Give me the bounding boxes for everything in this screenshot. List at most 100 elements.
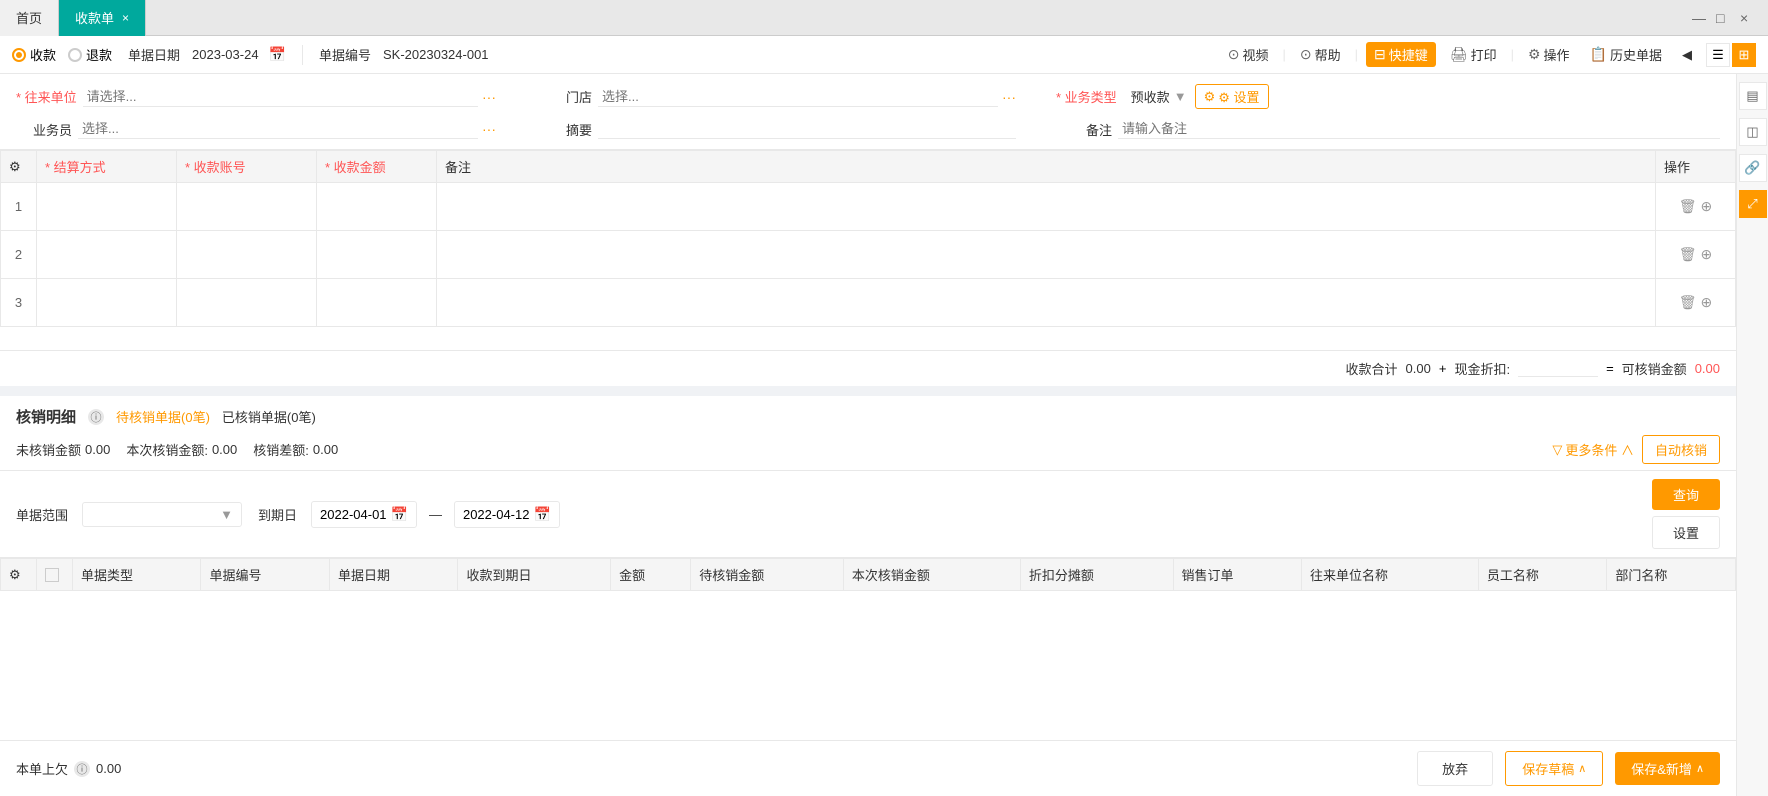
tab-close-icon[interactable]: × [122,11,129,25]
bt-gear[interactable]: ⚙ [1,559,37,591]
minimize-icon[interactable]: — [1692,10,1708,26]
shortcut-btn[interactable]: ⊟ 快捷键 [1366,42,1436,67]
date-to-input[interactable]: 2022-04-12 📅 [454,501,560,528]
date-value: 2023-03-24 [192,47,259,62]
store-more-icon[interactable]: ··· [1002,89,1016,105]
row-2-copy-icon[interactable]: ⊕ [1701,246,1713,263]
history-btn[interactable]: 📋 历史单据 [1584,43,1668,66]
nav-prev-icon: ◀ [1682,47,1692,63]
radio-tuidan[interactable]: 退款 [68,45,112,64]
row-3-delete-icon[interactable]: 🗑 [1679,294,1697,311]
th-settle-label: * 结算方式 [45,160,106,175]
radio-shoukuan[interactable]: 收款 [12,45,56,64]
radio-shoukuan-circle [12,48,26,62]
grid-view-btn[interactable]: ⊞ [1732,43,1756,67]
remark-label: 备注 [1056,120,1112,139]
nav-prev-btn[interactable]: ◀ [1676,45,1698,65]
toolbar-divider-1 [302,45,303,65]
range-select[interactable]: ▼ [82,502,242,527]
row-2-settle[interactable] [37,231,177,279]
section-separator [0,386,1736,396]
row-2-account[interactable] [177,231,317,279]
bt-current-label: 本次核销金额 [852,568,930,583]
hx-done-tab[interactable]: 已核销单据(0笔) [222,407,316,426]
total-label: 收款合计 [1346,359,1398,378]
discount-input[interactable] [1518,361,1598,377]
row-1-amount[interactable] [317,183,437,231]
row-3-copy-icon[interactable]: ⊕ [1701,294,1713,311]
operate-btn[interactable]: ⚙ 操作 [1522,43,1576,66]
sidebar-icon-4[interactable]: ⤢ [1739,190,1767,218]
range-select-arrow: ▼ [220,507,233,522]
hx-pending-tab[interactable]: 待核销单据(0笔) [116,407,210,426]
row-3-amount[interactable] [317,279,437,327]
list-view-btn[interactable]: ☰ [1706,43,1730,67]
sidebar-icon-3[interactable]: 🔗 [1739,154,1767,182]
row-2-delete-icon[interactable]: 🗑 [1679,246,1697,263]
tab-shoukuan[interactable]: 收款单 × [59,0,146,36]
agent-more-icon[interactable]: ··· [482,121,496,137]
plus-sign: + [1439,361,1447,376]
store-input[interactable] [598,87,998,107]
auto-hx-btn[interactable]: 自动核销 [1642,435,1720,464]
sidebar-icon-1-glyph: ▤ [1746,88,1758,104]
sidebar-icon-1[interactable]: ▤ [1739,82,1767,110]
biz-type-arrow[interactable]: ▼ [1174,89,1187,104]
row-2-amount[interactable] [317,231,437,279]
th-gear[interactable]: ⚙ [1,151,37,183]
more-filter-btn[interactable]: ▽ 更多条件 ∧ [1552,440,1634,459]
client-field: * 往来单位 ··· [16,87,496,107]
print-btn[interactable]: 🖨 打印 [1444,43,1503,66]
bt-dept-label: 部门名称 [1615,568,1667,583]
maximize-icon[interactable]: □ [1716,10,1732,26]
th-actions-label: 操作 [1664,160,1690,175]
range-label: 单据范围 [16,505,68,524]
bt-staff: 员工名称 [1478,559,1606,591]
row-1-delete-icon[interactable]: 🗑 [1679,198,1697,215]
calendar-icon[interactable]: 📅 [269,46,286,63]
hx-unverified-value: 0.00 [85,442,110,457]
client-input[interactable] [83,87,478,107]
remark-input[interactable] [1118,119,1720,139]
bt-discount: 折扣分摊额 [1020,559,1173,591]
row-3-settle[interactable] [37,279,177,327]
hx-title-row: 核销明细 ⓘ 待核销单据(0笔) 已核销单据(0笔) [16,406,1720,427]
th-settle: * 结算方式 [37,151,177,183]
hx-pending-label: 待核销单据(0笔) [116,410,210,425]
summary-input[interactable] [598,119,1016,139]
footer-info-icon[interactable]: ⓘ [74,761,90,777]
query-btn[interactable]: 查询 [1652,479,1720,510]
hx-info-icon[interactable]: ⓘ [88,409,104,425]
store-field: 门店 ··· [536,87,1016,107]
set-button[interactable]: ⚙ ⚙ 设置 [1195,84,1269,109]
video-btn[interactable]: ⊙ 视频 [1222,43,1275,66]
sidebar-icon-2[interactable]: ◫ [1739,118,1767,146]
hx-header: 核销明细 ⓘ 待核销单据(0笔) 已核销单据(0笔) 未核销金额 0.00 [0,396,1736,471]
filter-set-btn[interactable]: 设置 [1652,516,1720,549]
bt-checkbox-header[interactable] [37,559,73,591]
hx-summary-row: 未核销金额 0.00 本次核销金额: 0.00 核销差额: 0.00 [16,435,1720,464]
help-btn[interactable]: ⊙ 帮助 [1294,43,1347,66]
th-remark-label: 备注 [445,160,471,175]
client-more-icon[interactable]: ··· [482,89,496,105]
save-new-btn[interactable]: 保存&新增 ∧ [1615,752,1720,785]
close-window-icon[interactable]: × [1740,10,1756,26]
row-1-copy-icon[interactable]: ⊕ [1701,198,1713,215]
abandon-btn[interactable]: 放弃 [1417,751,1493,786]
page-body: * 往来单位 ··· 门店 ··· * 业务类型 预收款 ▼ [0,74,1768,796]
hx-right-actions: ▽ 更多条件 ∧ 自动核销 [1552,435,1720,464]
footer: 本单上欠 ⓘ 0.00 放弃 保存草稿 ∧ 保存&新增 ∧ [0,740,1736,796]
row-1-settle[interactable] [37,183,177,231]
bt-sales: 销售订单 [1173,559,1301,591]
date-from-input[interactable]: 2022-04-01 📅 [311,501,417,528]
th-actions: 操作 [1656,151,1736,183]
row-3-remark[interactable] [437,279,1656,327]
row-1-remark[interactable] [437,183,1656,231]
save-draft-btn[interactable]: 保存草稿 ∧ [1505,751,1603,786]
row-2-remark[interactable] [437,231,1656,279]
select-all-checkbox[interactable] [45,568,59,582]
row-3-account[interactable] [177,279,317,327]
row-1-account[interactable] [177,183,317,231]
tab-home[interactable]: 首页 [0,0,59,36]
agent-input[interactable] [78,119,478,139]
